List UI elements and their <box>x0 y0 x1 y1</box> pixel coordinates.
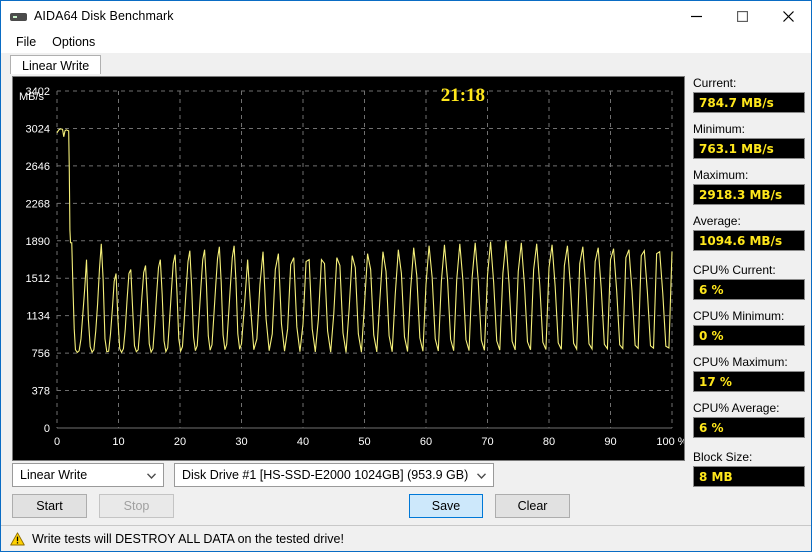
stat-value-cpu-current: 6 % <box>693 279 805 300</box>
stat-value-cpu-minimum: 0 % <box>693 325 805 346</box>
title-bar: AIDA64 Disk Benchmark <box>1 1 811 31</box>
stat-cpu-current: CPU% Current: 6 % <box>693 263 805 300</box>
x-tick-label: 50 <box>358 436 370 448</box>
menu-item-file[interactable]: File <box>8 33 44 51</box>
stat-minimum: Minimum: 763.1 MB/s <box>693 122 805 159</box>
y-tick-label: 756 <box>32 348 50 360</box>
maximize-button[interactable] <box>719 1 765 31</box>
selector-row: Linear Write Disk Drive #1 [HS-SSD-E2000… <box>12 463 494 487</box>
tab-strip: Linear Write <box>1 53 811 76</box>
stat-value-cpu-maximum: 17 % <box>693 371 805 392</box>
y-tick-label: 2646 <box>26 161 50 173</box>
stat-label-current: Current: <box>693 76 737 90</box>
aida64-disk-benchmark-window: AIDA64 Disk Benchmark File Options Linea… <box>0 0 812 552</box>
benchmark-chart: 0 378 756 1134 1512 1890 2268 2646 3024 3402 0 10 20… <box>12 76 685 461</box>
warning-bar: Write tests will DESTROY ALL DATA on the… <box>1 525 811 551</box>
main-content: 0 378 756 1134 1512 1890 2268 2646 3024 3402 0 10 20… <box>1 74 811 551</box>
stat-value-average: 1094.6 MB/s <box>693 230 805 251</box>
x-tick-label: 30 <box>235 436 247 448</box>
stat-average: Average: 1094.6 MB/s <box>693 214 805 251</box>
x-tick-label: 20 <box>174 436 186 448</box>
x-tick-label: 40 <box>297 436 309 448</box>
y-tick-label: 1890 <box>26 236 50 248</box>
x-tick-label: 60 <box>420 436 432 448</box>
close-button[interactable] <box>765 1 811 31</box>
stat-value-maximum: 2918.3 MB/s <box>693 184 805 205</box>
x-tick-label: 100 % <box>656 436 684 448</box>
x-tick-label: 10 <box>112 436 124 448</box>
y-tick-label: 1134 <box>26 311 50 323</box>
stat-maximum: Maximum: 2918.3 MB/s <box>693 168 805 205</box>
action-buttons-left: Start Stop <box>12 494 186 518</box>
bottom-controls: Linear Write Disk Drive #1 [HS-SSD-E2000… <box>1 463 811 551</box>
y-tick-label: 1512 <box>26 273 50 285</box>
test-type-dropdown[interactable]: Linear Write <box>12 463 164 487</box>
y-tick-label: 0 <box>44 423 50 435</box>
window-controls <box>673 1 811 31</box>
chevron-down-icon <box>477 464 486 488</box>
drive-value: Disk Drive #1 [HS-SSD-E2000 1024GB] (953… <box>182 468 469 482</box>
action-buttons-right: Save Clear <box>409 494 582 518</box>
stat-label-maximum: Maximum: <box>693 168 749 182</box>
x-tick-label: 70 <box>481 436 493 448</box>
x-tick-label: 90 <box>604 436 616 448</box>
stats-sidebar: Current: 784.7 MB/s Minimum: 763.1 MB/s … <box>693 76 805 496</box>
clear-button[interactable]: Clear <box>495 494 570 518</box>
elapsed-time: 21:18 <box>441 85 485 106</box>
start-button[interactable]: Start <box>12 494 87 518</box>
y-tick-label: 3024 <box>26 123 50 135</box>
warning-text: Write tests will DESTROY ALL DATA on the… <box>32 531 344 546</box>
minimize-button[interactable] <box>673 1 719 31</box>
stop-button: Stop <box>99 494 174 518</box>
stat-cpu-average: CPU% Average: 6 % <box>693 401 805 438</box>
stat-value-minimum: 763.1 MB/s <box>693 138 805 159</box>
menu-bar: File Options <box>1 31 811 53</box>
disk-drive-icon <box>10 8 27 25</box>
stat-current: Current: 784.7 MB/s <box>693 76 805 113</box>
y-tick-label: 378 <box>32 386 50 398</box>
stat-cpu-maximum: CPU% Maximum: 17 % <box>693 355 805 392</box>
x-tick-label: 80 <box>543 436 555 448</box>
save-button[interactable]: Save <box>409 494 483 518</box>
stat-label-average: Average: <box>693 214 741 228</box>
stat-cpu-minimum: CPU% Minimum: 0 % <box>693 309 805 346</box>
chart-canvas: 037875611341512189022682646302434020 10 20… <box>19 85 684 448</box>
test-type-value: Linear Write <box>20 468 88 482</box>
stat-label-cpu-current: CPU% Current: <box>693 263 776 277</box>
y-tick-label: 2268 <box>26 198 50 210</box>
stat-value-current: 784.7 MB/s <box>693 92 805 113</box>
stat-value-cpu-average: 6 % <box>693 417 805 438</box>
stat-label-block-size: Block Size: <box>693 450 753 464</box>
drive-dropdown[interactable]: Disk Drive #1 [HS-SSD-E2000 1024GB] (953… <box>174 463 494 487</box>
window-title: AIDA64 Disk Benchmark <box>34 9 174 23</box>
stat-label-cpu-average: CPU% Average: <box>693 401 780 415</box>
stat-label-cpu-minimum: CPU% Minimum: <box>693 309 785 323</box>
stat-label-minimum: Minimum: <box>693 122 746 136</box>
chevron-down-icon <box>147 464 156 488</box>
tab-linear-write[interactable]: Linear Write <box>10 55 102 76</box>
x-tick-label: 0 <box>54 436 60 448</box>
warning-triangle-icon <box>10 531 25 546</box>
y-axis-unit-label: MB/s <box>19 91 45 103</box>
menu-item-options[interactable]: Options <box>44 33 103 51</box>
stat-label-cpu-maximum: CPU% Maximum: <box>693 355 788 369</box>
